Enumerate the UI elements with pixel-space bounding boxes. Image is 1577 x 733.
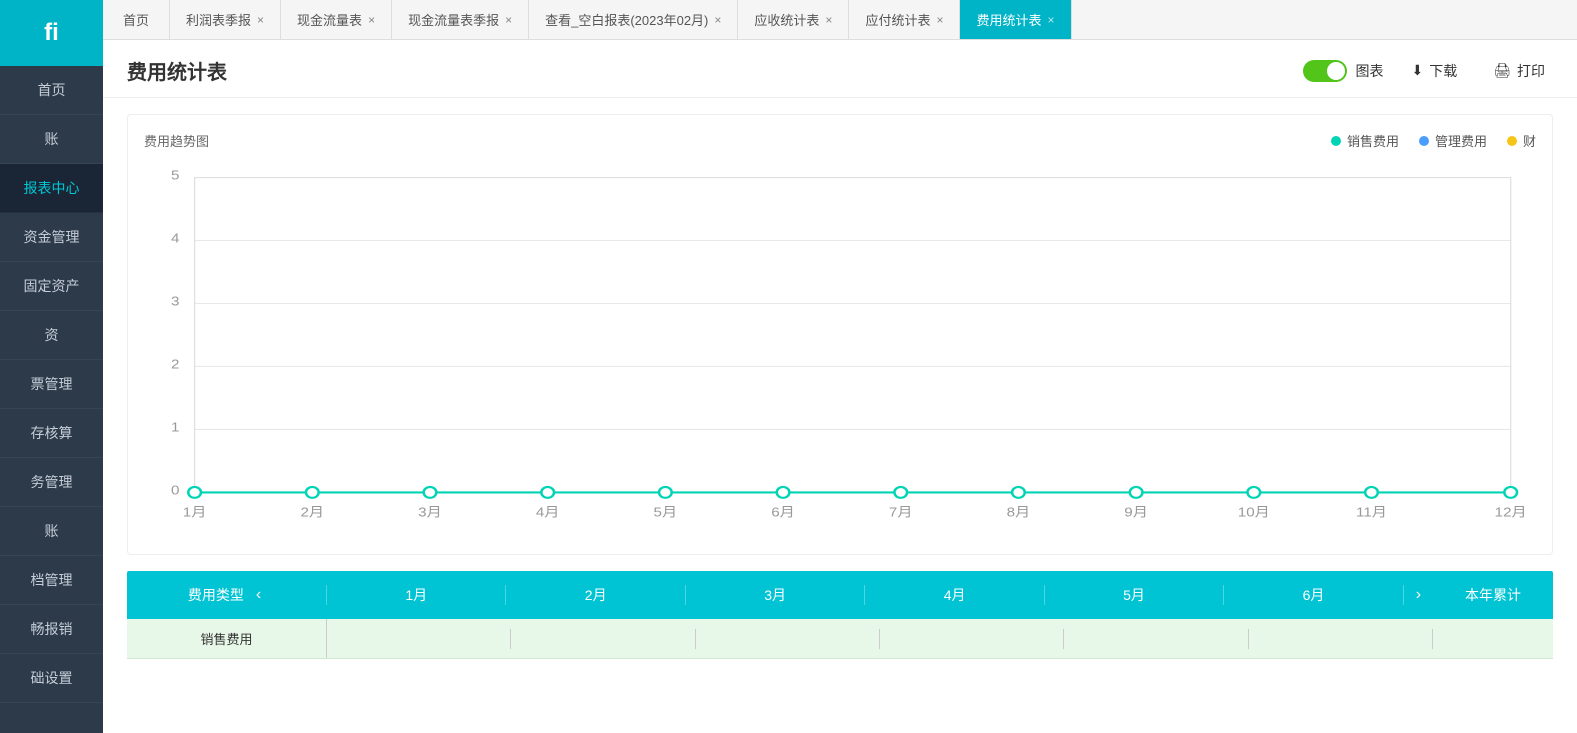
legend-finance-expense: 财 <box>1507 131 1536 150</box>
tab-receivable[interactable]: 应收统计表 × <box>738 0 849 39</box>
tab-cashflow-quarterly[interactable]: 现金流量表季报 × <box>392 0 529 39</box>
sidebar-item-resource[interactable]: 资 <box>0 311 103 360</box>
th-month-2: 2月 <box>506 585 685 605</box>
tab-home[interactable]: 首页 <box>103 0 170 39</box>
svg-text:3: 3 <box>171 294 180 309</box>
svg-text:0: 0 <box>171 483 180 498</box>
legend-dot-admin <box>1419 136 1429 146</box>
sidebar-item-home[interactable]: 首页 <box>0 66 103 115</box>
chart-toggle[interactable] <box>1303 60 1347 82</box>
tab-close-receivable[interactable]: × <box>825 13 832 27</box>
tab-cashflow[interactable]: 现金流量表 × <box>281 0 392 39</box>
sidebar: fi 首页 账 报表中心 资金管理 固定资产 资 票管理 存核算 务管理 账 档… <box>0 0 103 733</box>
svg-text:5月: 5月 <box>654 504 678 519</box>
svg-text:6月: 6月 <box>771 504 795 519</box>
chart-toggle-label: 图表 <box>1355 61 1383 81</box>
svg-text:4月: 4月 <box>536 504 560 519</box>
svg-text:1月: 1月 <box>183 504 207 519</box>
chart-svg: 5 4 3 2 1 0 <box>144 158 1536 538</box>
chart-toggle-wrapper: 图表 <box>1303 60 1383 82</box>
table-header: 费用类型 ‹ 1月 2月 3月 4月 5月 6月 › 本年累计 <box>127 571 1553 619</box>
svg-text:4: 4 <box>171 231 180 246</box>
td-sales-m5 <box>1064 629 1248 649</box>
svg-text:11月: 11月 <box>1356 504 1387 519</box>
print-button[interactable]: 🖨 打印 <box>1485 57 1553 85</box>
sidebar-item-fund[interactable]: 资金管理 <box>0 213 103 262</box>
tab-close-cashflow-quarterly[interactable]: × <box>505 13 512 27</box>
svg-text:2月: 2月 <box>301 504 325 519</box>
svg-text:2: 2 <box>171 357 180 372</box>
chart-title: 费用趋势图 <box>144 131 209 150</box>
page-content: 费用统计表 图表 ⬇ 下载 🖨 打印 费用趋势图 <box>103 40 1577 733</box>
page-header: 费用统计表 图表 ⬇ 下载 🖨 打印 <box>103 40 1577 98</box>
sidebar-item-ledger[interactable]: 账 <box>0 507 103 556</box>
th-month-1: 1月 <box>327 585 506 605</box>
sidebar-logo: fi <box>0 0 103 66</box>
tab-payable[interactable]: 应付统计表 × <box>849 0 960 39</box>
chart-header: 费用趋势图 销售费用 管理费用 财 <box>144 131 1536 150</box>
sidebar-item-reports[interactable]: 报表中心 <box>0 164 103 213</box>
tab-blank-report[interactable]: 查看_空白报表(2023年02月) × <box>529 0 738 39</box>
tab-close-profit-quarterly[interactable]: × <box>257 13 264 27</box>
svg-text:1: 1 <box>171 420 180 435</box>
th-month-6: 6月 <box>1224 585 1403 605</box>
page-title: 费用统计表 <box>127 56 227 85</box>
tab-close-payable[interactable]: × <box>936 13 943 27</box>
svg-text:9月: 9月 <box>1124 504 1148 519</box>
th-total: 本年累计 <box>1433 585 1553 605</box>
legend-admin-expense: 管理费用 <box>1419 131 1487 150</box>
sidebar-item-assets[interactable]: 固定资产 <box>0 262 103 311</box>
print-icon: 🖨 <box>1493 62 1511 79</box>
sidebar-item-invoice[interactable]: 票管理 <box>0 360 103 409</box>
sidebar-item-expense[interactable]: 畅报销 <box>0 605 103 654</box>
chart-container: 费用趋势图 销售费用 管理费用 财 <box>127 114 1553 555</box>
legend-label-finance: 财 <box>1523 131 1536 150</box>
table-row-sales: 销售费用 <box>127 619 1553 659</box>
legend-dot-sales <box>1331 136 1341 146</box>
tab-expense-stats[interactable]: 费用统计表 × <box>960 0 1071 39</box>
legend-label-admin: 管理费用 <box>1435 131 1487 150</box>
sidebar-item-archive[interactable]: 档管理 <box>0 556 103 605</box>
tab-profit-quarterly[interactable]: 利润表季报 × <box>170 0 281 39</box>
th-month-3: 3月 <box>686 585 865 605</box>
sidebar-item-settings[interactable]: 础设置 <box>0 654 103 703</box>
th-cost-type: 费用类型 ‹ <box>127 585 327 605</box>
legend-dot-finance <box>1507 136 1517 146</box>
chart-svg-wrapper: 5 4 3 2 1 0 <box>144 158 1536 538</box>
tab-bar: 首页 利润表季报 × 现金流量表 × 现金流量表季报 × 查看_空白报表(202… <box>103 0 1577 40</box>
tab-close-expense-stats[interactable]: × <box>1047 13 1054 27</box>
download-button[interactable]: ⬇ 下载 <box>1403 57 1465 85</box>
td-sales-m4 <box>880 629 1064 649</box>
svg-text:7月: 7月 <box>889 504 913 519</box>
td-sales-m6 <box>1249 629 1433 649</box>
td-sales-type: 销售费用 <box>127 619 327 658</box>
legend-label-sales: 销售费用 <box>1347 131 1399 150</box>
svg-text:8月: 8月 <box>1007 504 1031 519</box>
legend-sales-expense: 销售费用 <box>1331 131 1399 150</box>
th-month-4: 4月 <box>865 585 1044 605</box>
svg-text:3月: 3月 <box>418 504 442 519</box>
header-actions: 图表 ⬇ 下载 🖨 打印 <box>1303 57 1553 85</box>
th-month-5: 5月 <box>1045 585 1224 605</box>
td-sales-m3 <box>696 629 880 649</box>
svg-text:10月: 10月 <box>1238 504 1270 519</box>
main-area: 首页 利润表季报 × 现金流量表 × 现金流量表季报 × 查看_空白报表(202… <box>103 0 1577 733</box>
download-icon: ⬇ <box>1411 62 1423 79</box>
svg-text:12月: 12月 <box>1495 504 1527 519</box>
tab-close-blank-report[interactable]: × <box>714 13 721 27</box>
td-sales-m1 <box>327 629 511 649</box>
td-sales-m2 <box>511 629 695 649</box>
chart-legend: 销售费用 管理费用 财 <box>1331 131 1536 150</box>
prev-month-arrow[interactable]: ‹ <box>252 586 265 604</box>
next-month-arrow[interactable]: › <box>1404 586 1433 604</box>
sidebar-item-account[interactable]: 账 <box>0 115 103 164</box>
svg-text:5: 5 <box>171 168 180 183</box>
sidebar-item-inventory[interactable]: 存核算 <box>0 409 103 458</box>
tab-close-cashflow[interactable]: × <box>368 13 375 27</box>
expense-table: 费用类型 ‹ 1月 2月 3月 4月 5月 6月 › 本年累计 销售费用 <box>127 571 1553 659</box>
sidebar-item-service[interactable]: 务管理 <box>0 458 103 507</box>
